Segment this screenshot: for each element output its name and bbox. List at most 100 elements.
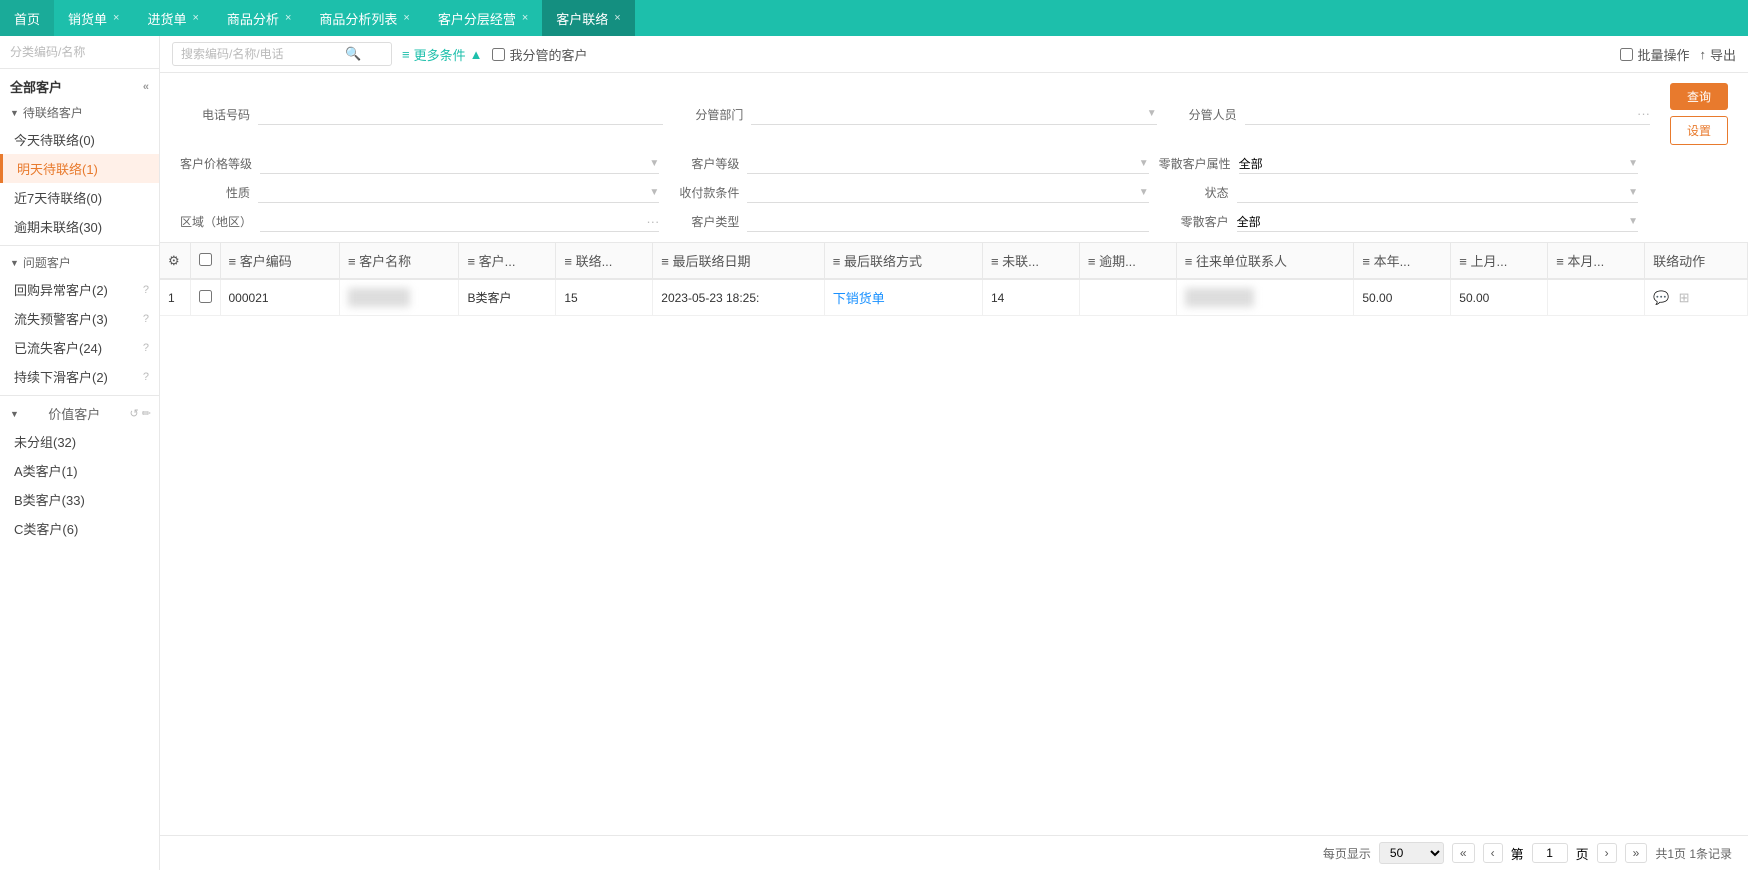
filter-ctype-label: 客户类型 [669, 213, 739, 230]
last-page-button[interactable]: » [1625, 843, 1648, 863]
help-icon[interactable]: ? [143, 371, 149, 383]
cell-last-date: 2023-05-23 18:25: [653, 279, 824, 316]
sidebar-divider-2 [0, 395, 159, 396]
cell-contact [1176, 279, 1354, 316]
chevron-down-icon[interactable]: ▼ [1628, 216, 1638, 227]
filter-level-label: 客户等级 [669, 155, 739, 172]
filter-ctype-input[interactable] [747, 211, 1148, 232]
cell-last-month: 50.00 [1451, 279, 1548, 316]
filter-nature: 性质 ▼ [180, 182, 659, 203]
close-icon[interactable]: × [285, 12, 291, 24]
chevron-down-icon[interactable]: ▼ [649, 187, 659, 198]
batch-op-checkbox[interactable] [1620, 48, 1633, 61]
filter-dept-label: 分管部门 [673, 106, 743, 123]
sidebar-item-tomorrow[interactable]: 明天待联络(1) [0, 154, 159, 183]
grid-icon[interactable]: ⊞ [1679, 290, 1690, 305]
sidebar-item-declining[interactable]: 持续下滑客户(2) ? [0, 362, 159, 391]
more-options-icon[interactable]: ··· [646, 214, 659, 229]
settings-icon[interactable]: ⚙ [168, 253, 180, 268]
close-icon[interactable]: × [614, 12, 620, 24]
chevron-down-icon[interactable]: ▼ [1139, 158, 1149, 169]
filter-dept-select-wrap: ▼ [751, 104, 1156, 125]
next-page-button[interactable]: › [1597, 843, 1617, 863]
last-method-link[interactable]: 下销货单 [833, 291, 885, 306]
sidebar-item-overdue[interactable]: 逾期未联络(30) [0, 212, 159, 241]
close-icon[interactable]: × [522, 12, 528, 24]
nav-product-analysis[interactable]: 商品分析 × [213, 0, 305, 36]
col-unit-contact: ≡ 往来单位联系人 [1176, 243, 1354, 279]
more-filter-button[interactable]: ≡ 更多条件 ▲ [402, 45, 482, 64]
filter-retail2-label: 零散客户 [1159, 213, 1229, 230]
filter-manager-input[interactable] [1245, 104, 1633, 124]
nav-product-analysis-list[interactable]: 商品分析列表 × [305, 0, 423, 36]
sidebar-item-ungrouped[interactable]: 未分组(32) [0, 427, 159, 456]
search-button[interactable]: 🔍 [345, 46, 361, 62]
help-icon[interactable]: ? [143, 342, 149, 354]
my-customers-checkbox[interactable] [492, 48, 505, 61]
col-contacts: ≡ 联络... [556, 243, 653, 279]
row-checkbox[interactable] [199, 290, 212, 303]
col-last-month: ≡ 上月... [1451, 243, 1548, 279]
search-box: 🔍 [172, 42, 392, 66]
filter-dept-input[interactable] [751, 104, 1146, 124]
filter-region-input[interactable] [260, 211, 642, 231]
more-options-icon[interactable]: ··· [1637, 106, 1650, 121]
sidebar-item-today[interactable]: 今天待联络(0) [0, 125, 159, 154]
table-header-row: ⚙ ≡ 客户编码 ≡ 客户名称 ≡ 客户... [160, 243, 1748, 279]
chevron-down-icon[interactable]: ▼ [1628, 187, 1638, 198]
all-customers-title[interactable]: 全部客户 « [0, 69, 159, 100]
select-all-checkbox[interactable] [199, 253, 212, 266]
first-page-button[interactable]: « [1452, 843, 1475, 863]
batch-op-button[interactable]: 批量操作 [1620, 45, 1689, 64]
settings-button[interactable]: 设置 [1670, 116, 1728, 145]
sidebar-item-abnormal[interactable]: 回购异常客户(2) ? [0, 275, 159, 304]
filter-retail-input[interactable] [1239, 153, 1628, 173]
chevron-down-icon[interactable]: ▼ [1628, 158, 1638, 169]
filter-nature-input[interactable] [258, 182, 649, 202]
filter-payment-input[interactable] [747, 182, 1138, 202]
sidebar-item-churn-risk[interactable]: 流失预警客户(3) ? [0, 304, 159, 333]
chevron-down-icon[interactable]: ▼ [1147, 108, 1157, 119]
page-size-select[interactable]: 20 50 100 [1379, 842, 1444, 864]
comment-icon[interactable]: 💬 [1653, 290, 1669, 305]
filter-region-label: 区域（地区） [180, 213, 252, 230]
page-number-input[interactable] [1532, 843, 1568, 863]
top-nav: 首页 销货单 × 进货单 × 商品分析 × 商品分析列表 × 客户分层经营 × … [0, 0, 1748, 36]
nav-home[interactable]: 首页 [0, 0, 54, 36]
sidebar-item-class-c[interactable]: C类客户(6) [0, 514, 159, 543]
chevron-down-icon[interactable]: ▼ [649, 158, 659, 169]
filter-price-level: 客户价格等级 ▼ [180, 153, 659, 174]
query-button[interactable]: 查询 [1670, 83, 1728, 110]
filter-level-select-wrap: ▼ [747, 153, 1148, 174]
help-icon[interactable]: ? [143, 284, 149, 296]
group-label-problem: 问题客户 [0, 250, 159, 275]
filter-payment-label: 收付款条件 [669, 184, 739, 201]
nav-sales-order[interactable]: 销货单 × [54, 0, 133, 36]
nav-customer-contact[interactable]: 客户联络 × [542, 0, 634, 36]
filter-retail2-input[interactable] [1237, 211, 1628, 231]
main-layout: 🔍 全部客户 « 待联络客户 今天待联络(0) 明天待联络(1) 近7天待联络(… [0, 36, 1748, 870]
search-input[interactable] [181, 47, 341, 61]
sidebar-search-input[interactable] [10, 45, 160, 59]
nav-customer-tier[interactable]: 客户分层经营 × [424, 0, 542, 36]
filter-price-input[interactable] [260, 153, 649, 173]
sidebar-item-churned[interactable]: 已流失客户(24) ? [0, 333, 159, 362]
collapse-icon: « [143, 81, 149, 93]
filter-retail-attr: 零散客户属性 ▼ [1159, 153, 1638, 174]
close-icon[interactable]: × [113, 12, 119, 24]
close-icon[interactable]: × [192, 12, 198, 24]
sidebar-item-7days[interactable]: 近7天待联络(0) [0, 183, 159, 212]
filter-nature-label: 性质 [180, 184, 250, 201]
filter-level-input[interactable] [747, 153, 1138, 173]
export-button[interactable]: ↑ 导出 [1699, 45, 1736, 64]
sidebar-item-class-a[interactable]: A类客户(1) [0, 456, 159, 485]
help-icon[interactable]: ? [143, 313, 149, 325]
col-settings: ⚙ [160, 243, 190, 279]
sidebar-item-class-b[interactable]: B类客户(33) [0, 485, 159, 514]
filter-status-input[interactable] [1237, 182, 1628, 202]
filter-phone-input[interactable] [258, 104, 663, 125]
prev-page-button[interactable]: ‹ [1483, 843, 1503, 863]
close-icon[interactable]: × [403, 12, 409, 24]
chevron-down-icon[interactable]: ▼ [1139, 187, 1149, 198]
nav-purchase-order[interactable]: 进货单 × [133, 0, 212, 36]
